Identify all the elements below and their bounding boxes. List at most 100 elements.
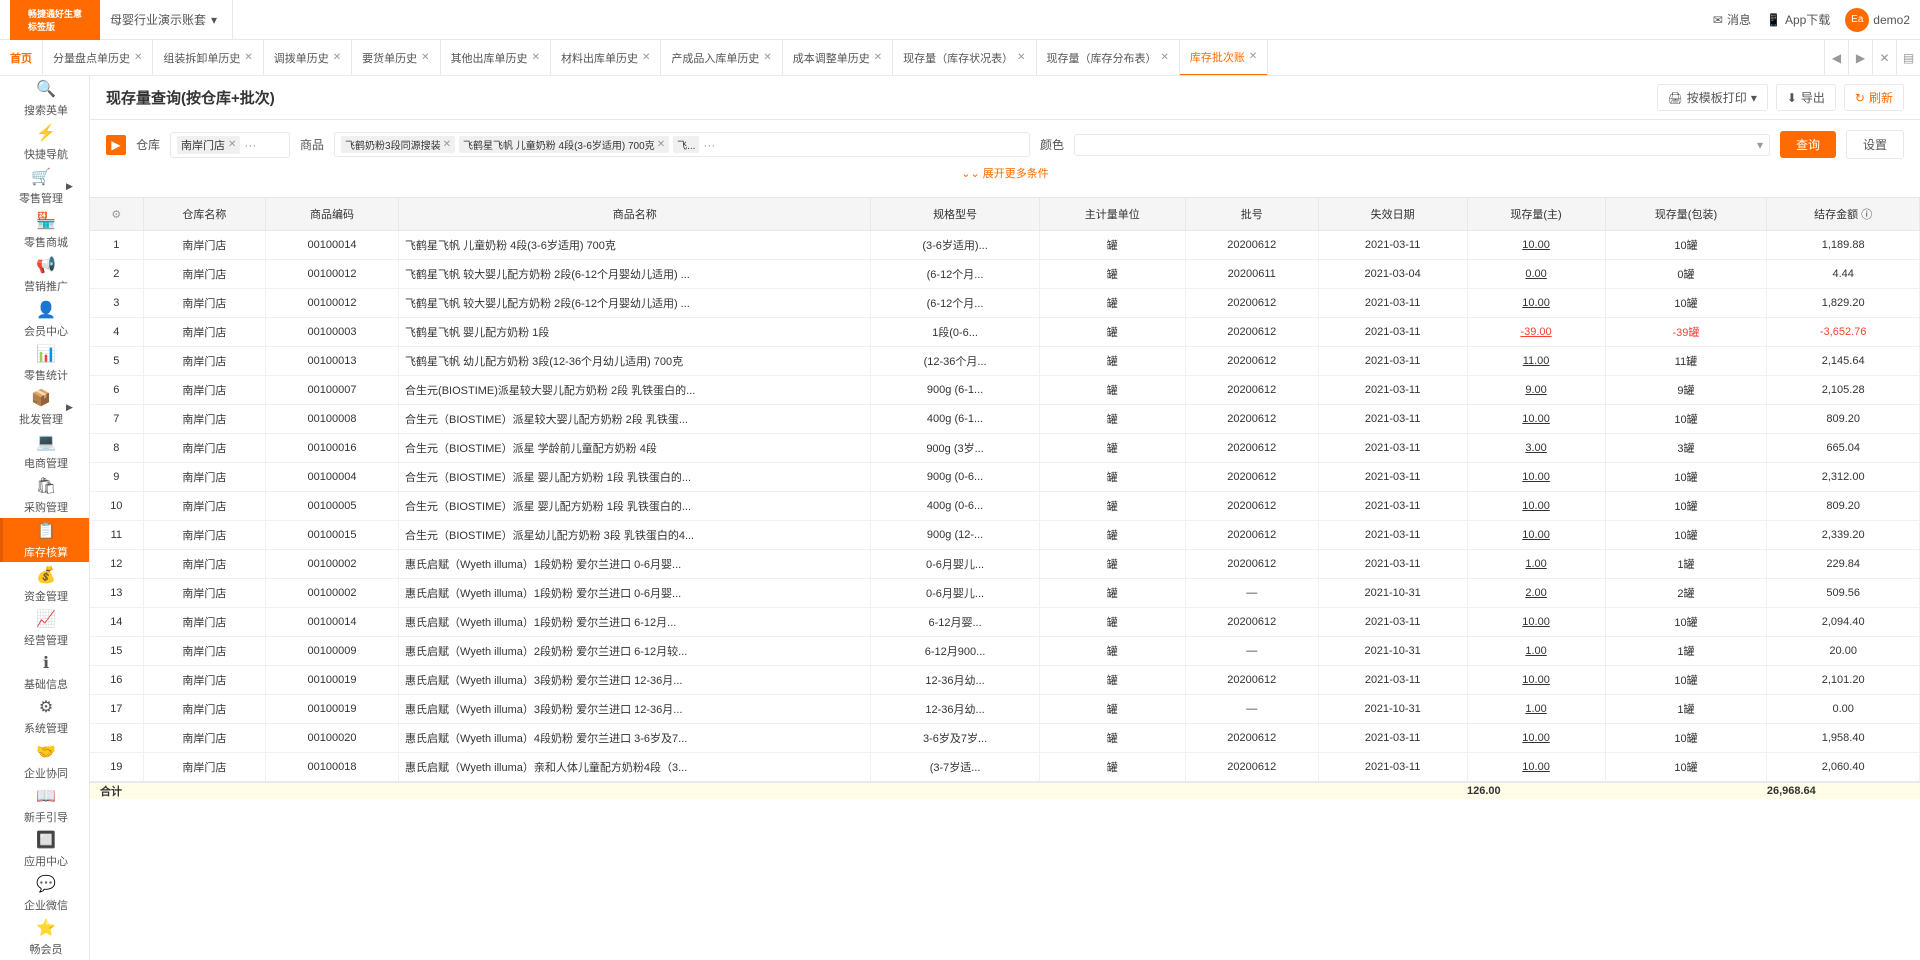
- cell-batch: —: [1185, 695, 1318, 724]
- sidebar-item-guide[interactable]: 📖 新手引导: [0, 783, 89, 827]
- tab-close-icon[interactable]: ✕: [244, 52, 252, 63]
- product-tag-1-close[interactable]: ✕: [443, 139, 451, 150]
- cell-qty-main[interactable]: 10.00: [1467, 405, 1605, 434]
- cell-unit: 罐: [1039, 724, 1185, 753]
- color-input[interactable]: ▾: [1074, 134, 1770, 156]
- cell-qty-main[interactable]: 11.00: [1467, 347, 1605, 376]
- product-tag-2-close[interactable]: ✕: [657, 139, 665, 150]
- tab-yaohuo[interactable]: 要货单历史 ✕: [352, 40, 440, 76]
- cell-code: 00100014: [266, 231, 399, 260]
- sidebar-item-purchase[interactable]: 🛍 采购管理: [0, 474, 89, 518]
- sidebar-item-basic[interactable]: ℹ 基础信息: [0, 651, 89, 695]
- cell-qty-main[interactable]: 10.00: [1467, 231, 1605, 260]
- warehouse-more-btn[interactable]: ···: [244, 138, 256, 152]
- tab-qitachuku[interactable]: 其他出库单历史 ✕: [441, 40, 551, 76]
- tab-zuzhuang[interactable]: 组装拆卸单历史 ✕: [153, 40, 263, 76]
- warehouse-input[interactable]: 南岸门店 ✕ ···: [170, 132, 290, 158]
- tab-close-icon[interactable]: ✕: [532, 52, 540, 63]
- tab-close-all-btn[interactable]: ✕: [1872, 40, 1896, 76]
- cell-qty-main[interactable]: 10.00: [1467, 463, 1605, 492]
- table-row: 18 南岸门店 00100020 惠氏启赋（Wyeth illuma）4段奶粉 …: [90, 724, 1920, 753]
- tab-fenliangpandian[interactable]: 分量盘点单历史 ✕: [43, 40, 153, 76]
- cell-qty-main[interactable]: 2.00: [1467, 579, 1605, 608]
- sidebar-item-corp[interactable]: 🤝 企业协同: [0, 739, 89, 783]
- tab-chengben[interactable]: 成本调整单历史 ✕: [783, 40, 893, 76]
- cell-qty-main[interactable]: 1.00: [1467, 637, 1605, 666]
- warehouse-tag: 南岸门店 ✕: [177, 136, 240, 154]
- tab-chanchengpin[interactable]: 产成品入库单历史 ✕: [661, 40, 782, 76]
- cell-qty-pkg: 10罐: [1605, 724, 1767, 753]
- sidebar-item-nav[interactable]: ⚡ 快捷导航: [0, 120, 89, 164]
- cell-qty-main[interactable]: 10.00: [1467, 521, 1605, 550]
- sidebar-item-retail[interactable]: 🛒 零售管理 ▶: [0, 164, 89, 208]
- cell-qty-main[interactable]: 10.00: [1467, 608, 1605, 637]
- product-input[interactable]: 飞鹤奶粉3段同源搜装 ✕ 飞鹤星飞帆 儿童奶粉 4段(3-6岁适用) 700克 …: [334, 132, 1030, 157]
- print-btn[interactable]: 🖨 按模板打印 ▾: [1657, 84, 1768, 111]
- tab-kucunpicizhen[interactable]: 库存批次账 ✕: [1180, 40, 1268, 76]
- sidebar-item-mall[interactable]: 🏪 零售商城: [0, 209, 89, 253]
- expand-more-btn[interactable]: ⌄⌄ 展开更多条件: [106, 159, 1904, 187]
- tab-close-icon[interactable]: ✕: [874, 52, 882, 63]
- sidebar-item-stats[interactable]: 📊 零售统计: [0, 341, 89, 385]
- tab-xiancunliang1[interactable]: 现存量（库存状况表） ✕: [893, 40, 1036, 76]
- tab-close-icon[interactable]: ✕: [1249, 51, 1257, 62]
- sidebar-item-wholesale[interactable]: 📦 批发管理 ▶: [0, 385, 89, 429]
- store-selector[interactable]: 母婴行业演示账套 ▾: [100, 0, 233, 40]
- app-download-btn[interactable]: 📱 App下载: [1766, 11, 1830, 28]
- product-more-btn[interactable]: ···: [703, 138, 715, 152]
- tab-close-icon[interactable]: ✕: [1017, 52, 1025, 63]
- message-btn[interactable]: ✉ 消息: [1713, 11, 1751, 28]
- tab-close-icon[interactable]: ✕: [1161, 52, 1169, 63]
- sidebar-item-apps[interactable]: 🔲 应用中心: [0, 827, 89, 871]
- export-btn[interactable]: ⬇ 导出: [1776, 84, 1836, 111]
- cell-qty-pkg: 1罐: [1605, 637, 1767, 666]
- tab-diaobodanji[interactable]: 调拨单历史 ✕: [264, 40, 352, 76]
- sidebar-item-system[interactable]: ⚙ 系统管理: [0, 695, 89, 739]
- sidebar-item-vip[interactable]: ⭐ 畅会员: [0, 916, 89, 960]
- sidebar-item-ecom[interactable]: 💻 电商管理: [0, 430, 89, 474]
- tab-close-icon[interactable]: ✕: [134, 52, 142, 63]
- cell-qty-main[interactable]: 10.00: [1467, 492, 1605, 521]
- sidebar-item-finance[interactable]: 💰 资金管理: [0, 562, 89, 606]
- sidebar-item-business[interactable]: 📈 经营管理: [0, 606, 89, 650]
- tab-close-icon[interactable]: ✕: [642, 52, 650, 63]
- tab-menu-btn[interactable]: ▤: [1896, 40, 1920, 76]
- col-settings[interactable]: ⚙: [90, 198, 143, 231]
- tab-close-icon[interactable]: ✕: [763, 52, 771, 63]
- user-avatar[interactable]: Ea demo2: [1845, 8, 1910, 32]
- cell-qty-main[interactable]: -39.00: [1467, 318, 1605, 347]
- cell-batch: 20200612: [1185, 231, 1318, 260]
- cell-qty-main[interactable]: 10.00: [1467, 753, 1605, 783]
- cell-qty-main[interactable]: 1.00: [1467, 695, 1605, 724]
- expand-search-btn[interactable]: ▶: [106, 135, 126, 155]
- cell-name: 惠氏启赋（Wyeth illuma）3段奶粉 爱尔兰进口 12-36月...: [399, 666, 871, 695]
- app-logo: 畅捷通好生意 标签版: [10, 0, 100, 40]
- sidebar-item-inventory[interactable]: 📋 库存核算: [0, 518, 89, 562]
- tab-close-icon[interactable]: ✕: [421, 52, 429, 63]
- tab-prev-btn[interactable]: ◀: [1824, 40, 1848, 76]
- query-btn[interactable]: 查询: [1780, 131, 1836, 158]
- cell-batch: —: [1185, 579, 1318, 608]
- cell-qty-main[interactable]: 10.00: [1467, 666, 1605, 695]
- tab-next-btn[interactable]: ▶: [1848, 40, 1872, 76]
- refresh-btn[interactable]: ↻ 刷新: [1844, 84, 1904, 111]
- cell-qty-main[interactable]: 9.00: [1467, 376, 1605, 405]
- sidebar-item-search[interactable]: 🔍 搜索英单: [0, 76, 89, 120]
- cell-qty-main[interactable]: 1.00: [1467, 550, 1605, 579]
- warehouse-tag-close[interactable]: ✕: [228, 139, 236, 150]
- sidebar-item-member[interactable]: 👤 会员中心: [0, 297, 89, 341]
- cell-warehouse: 南岸门店: [143, 550, 265, 579]
- cell-amount: 1,829.20: [1767, 289, 1920, 318]
- footer-total-qty: 126.00: [1467, 782, 1605, 799]
- tab-cailiao[interactable]: 材料出库单历史 ✕: [551, 40, 661, 76]
- cell-qty-main[interactable]: 10.00: [1467, 289, 1605, 318]
- tab-xiancunliang2[interactable]: 现存量（库存分布表） ✕: [1037, 40, 1180, 76]
- sidebar-item-marketing[interactable]: 📢 营销推广: [0, 253, 89, 297]
- cell-qty-main[interactable]: 3.00: [1467, 434, 1605, 463]
- settings-btn[interactable]: 设置: [1846, 130, 1904, 159]
- tab-close-icon[interactable]: ✕: [333, 52, 341, 63]
- sidebar-item-wechat[interactable]: 💬 企业微信: [0, 872, 89, 916]
- cell-qty-main[interactable]: 0.00: [1467, 260, 1605, 289]
- tab-home[interactable]: 首页: [0, 40, 43, 76]
- cell-qty-main[interactable]: 10.00: [1467, 724, 1605, 753]
